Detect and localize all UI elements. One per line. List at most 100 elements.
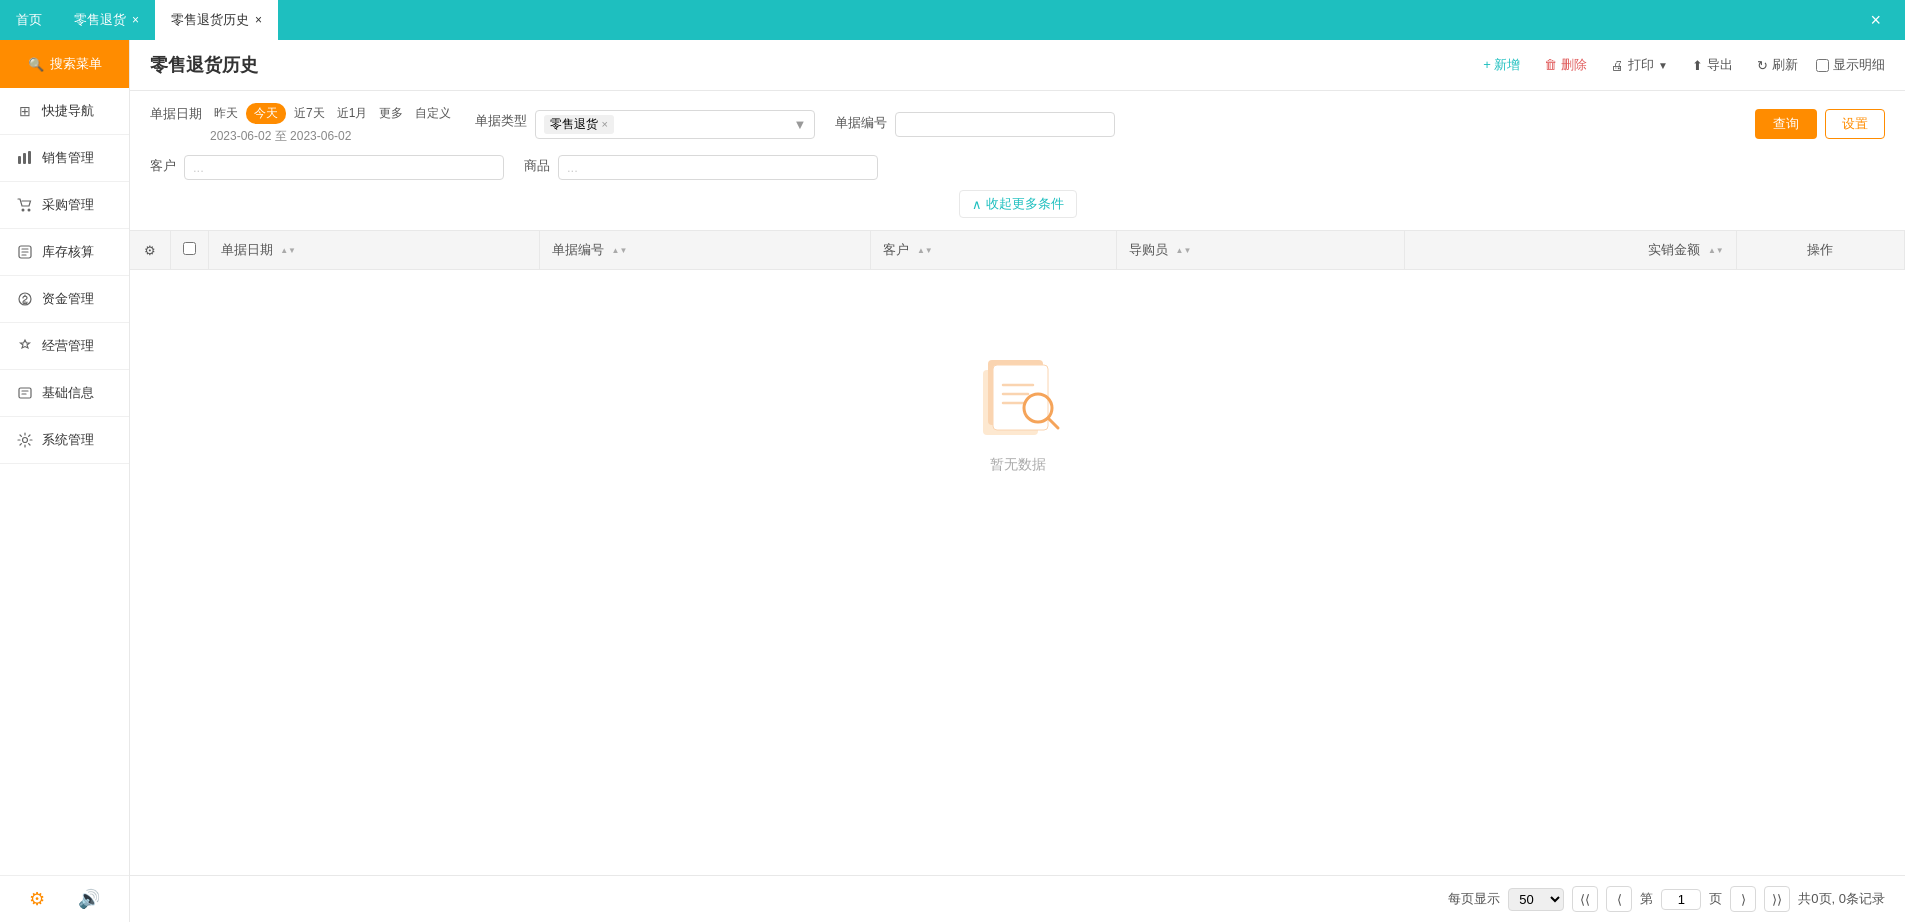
date-btn-today[interactable]: 今天 — [246, 103, 286, 124]
type-tag-remove[interactable]: × — [601, 118, 607, 130]
sidebar-item-quick-nav[interactable]: ⊞ 快捷导航 — [0, 88, 129, 135]
collapse-button[interactable]: ∧ 收起更多条件 — [959, 190, 1077, 218]
window-close-button[interactable]: × — [1862, 10, 1889, 30]
sidebar-item-sales-mgmt[interactable]: 销售管理 — [0, 135, 129, 182]
svg-rect-7 — [19, 388, 31, 398]
sidebar-search[interactable]: 🔍 搜索菜单 — [0, 40, 129, 88]
date-btn-more[interactable]: 更多 — [375, 103, 407, 124]
filter-row-2: 客户 ... 商品 ... — [150, 155, 1885, 180]
inventory-icon — [16, 243, 34, 261]
settings-bottom-icon[interactable]: ⚙ — [29, 888, 45, 910]
th-amount: 实销金额 ▲▼ — [1405, 231, 1736, 270]
last-page-button[interactable]: ⟩⟩ — [1764, 886, 1790, 912]
th-action: 操作 — [1736, 231, 1904, 270]
search-icon: 🔍 — [28, 57, 44, 72]
show-detail-checkbox-label[interactable]: 显示明细 — [1816, 56, 1885, 74]
add-button[interactable]: + 新增 — [1477, 52, 1526, 78]
sort-amount[interactable]: ▲▼ — [1708, 247, 1724, 255]
query-button[interactable]: 查询 — [1755, 109, 1817, 139]
collapse-icon: ∧ — [972, 197, 982, 212]
refresh-icon: ↻ — [1757, 58, 1768, 73]
action-buttons: 查询 设置 — [1755, 109, 1885, 139]
svg-line-14 — [1048, 418, 1058, 428]
sidebar-item-basic-info[interactable]: 基础信息 — [0, 370, 129, 417]
th-date: 单据日期 ▲▼ — [208, 231, 539, 270]
sidebar-item-purchase-mgmt[interactable]: 采购管理 — [0, 182, 129, 229]
tab-retail-return-history[interactable]: 零售退货历史 × — [155, 0, 278, 40]
first-page-button[interactable]: ⟨⟨ — [1572, 886, 1598, 912]
sort-guide[interactable]: ▲▼ — [1176, 247, 1192, 255]
th-no: 单据编号 ▲▼ — [539, 231, 870, 270]
goods-input[interactable]: ... — [558, 155, 878, 180]
empty-text: 暂无数据 — [990, 456, 1046, 474]
filter-area: 单据日期 昨天 今天 近7天 近1月 更多 自定义 2023-06-02 至 2… — [130, 91, 1905, 231]
topbar-right: × — [1862, 10, 1905, 31]
collapse-section: ∧ 收起更多条件 — [150, 190, 1885, 218]
type-dropdown-icon: ▼ — [794, 117, 807, 132]
date-btn-7days[interactable]: 近7天 — [290, 103, 329, 124]
sidebar: 🔍 搜索菜单 ⊞ 快捷导航 销售管理 采购管理 库存核算 — [0, 40, 130, 922]
filter-row-1: 单据日期 昨天 今天 近7天 近1月 更多 自定义 2023-06-02 至 2… — [150, 103, 1885, 145]
th-settings[interactable]: ⚙ — [130, 231, 170, 270]
sidebar-item-sys-mgmt[interactable]: 系统管理 — [0, 417, 129, 464]
date-btn-custom[interactable]: 自定义 — [411, 103, 455, 124]
basic-info-icon — [16, 384, 34, 402]
sidebar-item-ops-mgmt[interactable]: 经营管理 — [0, 323, 129, 370]
setting-button[interactable]: 设置 — [1825, 109, 1885, 139]
sales-icon — [16, 149, 34, 167]
audio-bottom-icon[interactable]: 🔊 — [78, 888, 100, 910]
type-select[interactable]: 零售退货 × ▼ — [535, 110, 815, 139]
empty-icon — [968, 350, 1068, 440]
empty-state: 暂无数据 — [130, 270, 1905, 554]
filter-date: 单据日期 昨天 今天 近7天 近1月 更多 自定义 2023-06-02 至 2… — [150, 103, 455, 145]
customer-input[interactable]: ... — [184, 155, 504, 180]
page-title: 零售退货历史 — [150, 53, 1477, 77]
delete-button[interactable]: 🗑 删除 — [1538, 52, 1593, 78]
finance-icon — [16, 290, 34, 308]
filter-customer: 客户 ... — [150, 155, 504, 180]
tab-retail-return[interactable]: 零售退货 × — [58, 0, 155, 40]
sort-no[interactable]: ▲▼ — [612, 247, 628, 255]
prev-page-button[interactable]: ⟨ — [1606, 886, 1632, 912]
sidebar-item-inventory-check[interactable]: 库存核算 — [0, 229, 129, 276]
page-header: 零售退货历史 + 新增 🗑 删除 🖨 🖨 打印 打印 ▼ ⬆ 导出 ↻ 刷新 — [130, 40, 1905, 91]
print-dropdown-icon: ▼ — [1658, 60, 1668, 71]
table-header-row: ⚙ 单据日期 ▲▼ 单据编号 ▲▼ — [130, 231, 1905, 270]
quick-nav-icon: ⊞ — [16, 102, 34, 120]
sort-customer[interactable]: ▲▼ — [917, 247, 933, 255]
sort-date[interactable]: ▲▼ — [280, 247, 296, 255]
filter-type: 单据类型 零售退货 × ▼ — [475, 110, 815, 139]
svg-rect-11 — [993, 365, 1048, 430]
th-customer: 客户 ▲▼ — [871, 231, 1117, 270]
date-btn-1month[interactable]: 近1月 — [333, 103, 372, 124]
refresh-button[interactable]: ↻ 刷新 — [1751, 52, 1804, 78]
date-btn-yesterday[interactable]: 昨天 — [210, 103, 242, 124]
pagination: 每页显示 50 20 100 ⟨⟨ ⟨ 第 页 ⟩ ⟩⟩ 共0页, 0条记录 — [130, 875, 1905, 922]
select-all-checkbox[interactable] — [183, 242, 196, 255]
date-buttons: 昨天 今天 近7天 近1月 更多 自定义 — [210, 103, 455, 124]
show-detail-checkbox[interactable] — [1816, 59, 1829, 72]
date-range: 2023-06-02 至 2023-06-02 — [210, 128, 455, 145]
filter-goods: 商品 ... — [524, 155, 878, 180]
export-button[interactable]: ⬆ 导出 — [1686, 52, 1739, 78]
sidebar-bottom: ⚙ 🔊 — [0, 875, 129, 922]
ops-icon — [16, 337, 34, 355]
toolbar: + 新增 🗑 删除 🖨 🖨 打印 打印 ▼ ⬆ 导出 ↻ 刷新 — [1477, 52, 1885, 78]
voucher-no-input[interactable] — [895, 112, 1115, 137]
svg-rect-0 — [18, 156, 21, 164]
close-tab-retail-return-history[interactable]: × — [255, 13, 262, 27]
page-number-input[interactable] — [1661, 889, 1701, 910]
svg-point-4 — [28, 209, 31, 212]
print-button[interactable]: 🖨 🖨 打印 打印 ▼ — [1605, 52, 1674, 78]
top-bar: 首页 零售退货 × 零售退货历史 × × — [0, 0, 1905, 40]
next-page-button[interactable]: ⟩ — [1730, 886, 1756, 912]
svg-point-13 — [1029, 399, 1047, 417]
sys-mgmt-icon — [16, 431, 34, 449]
sidebar-item-finance-mgmt[interactable]: 资金管理 — [0, 276, 129, 323]
settings-icon[interactable]: ⚙ — [144, 243, 156, 258]
tab-home[interactable]: 首页 — [0, 0, 58, 40]
page-size-select[interactable]: 50 20 100 — [1508, 888, 1564, 911]
close-tab-retail-return[interactable]: × — [132, 13, 139, 27]
main-layout: 🔍 搜索菜单 ⊞ 快捷导航 销售管理 采购管理 库存核算 — [0, 40, 1905, 922]
th-check[interactable] — [170, 231, 208, 270]
